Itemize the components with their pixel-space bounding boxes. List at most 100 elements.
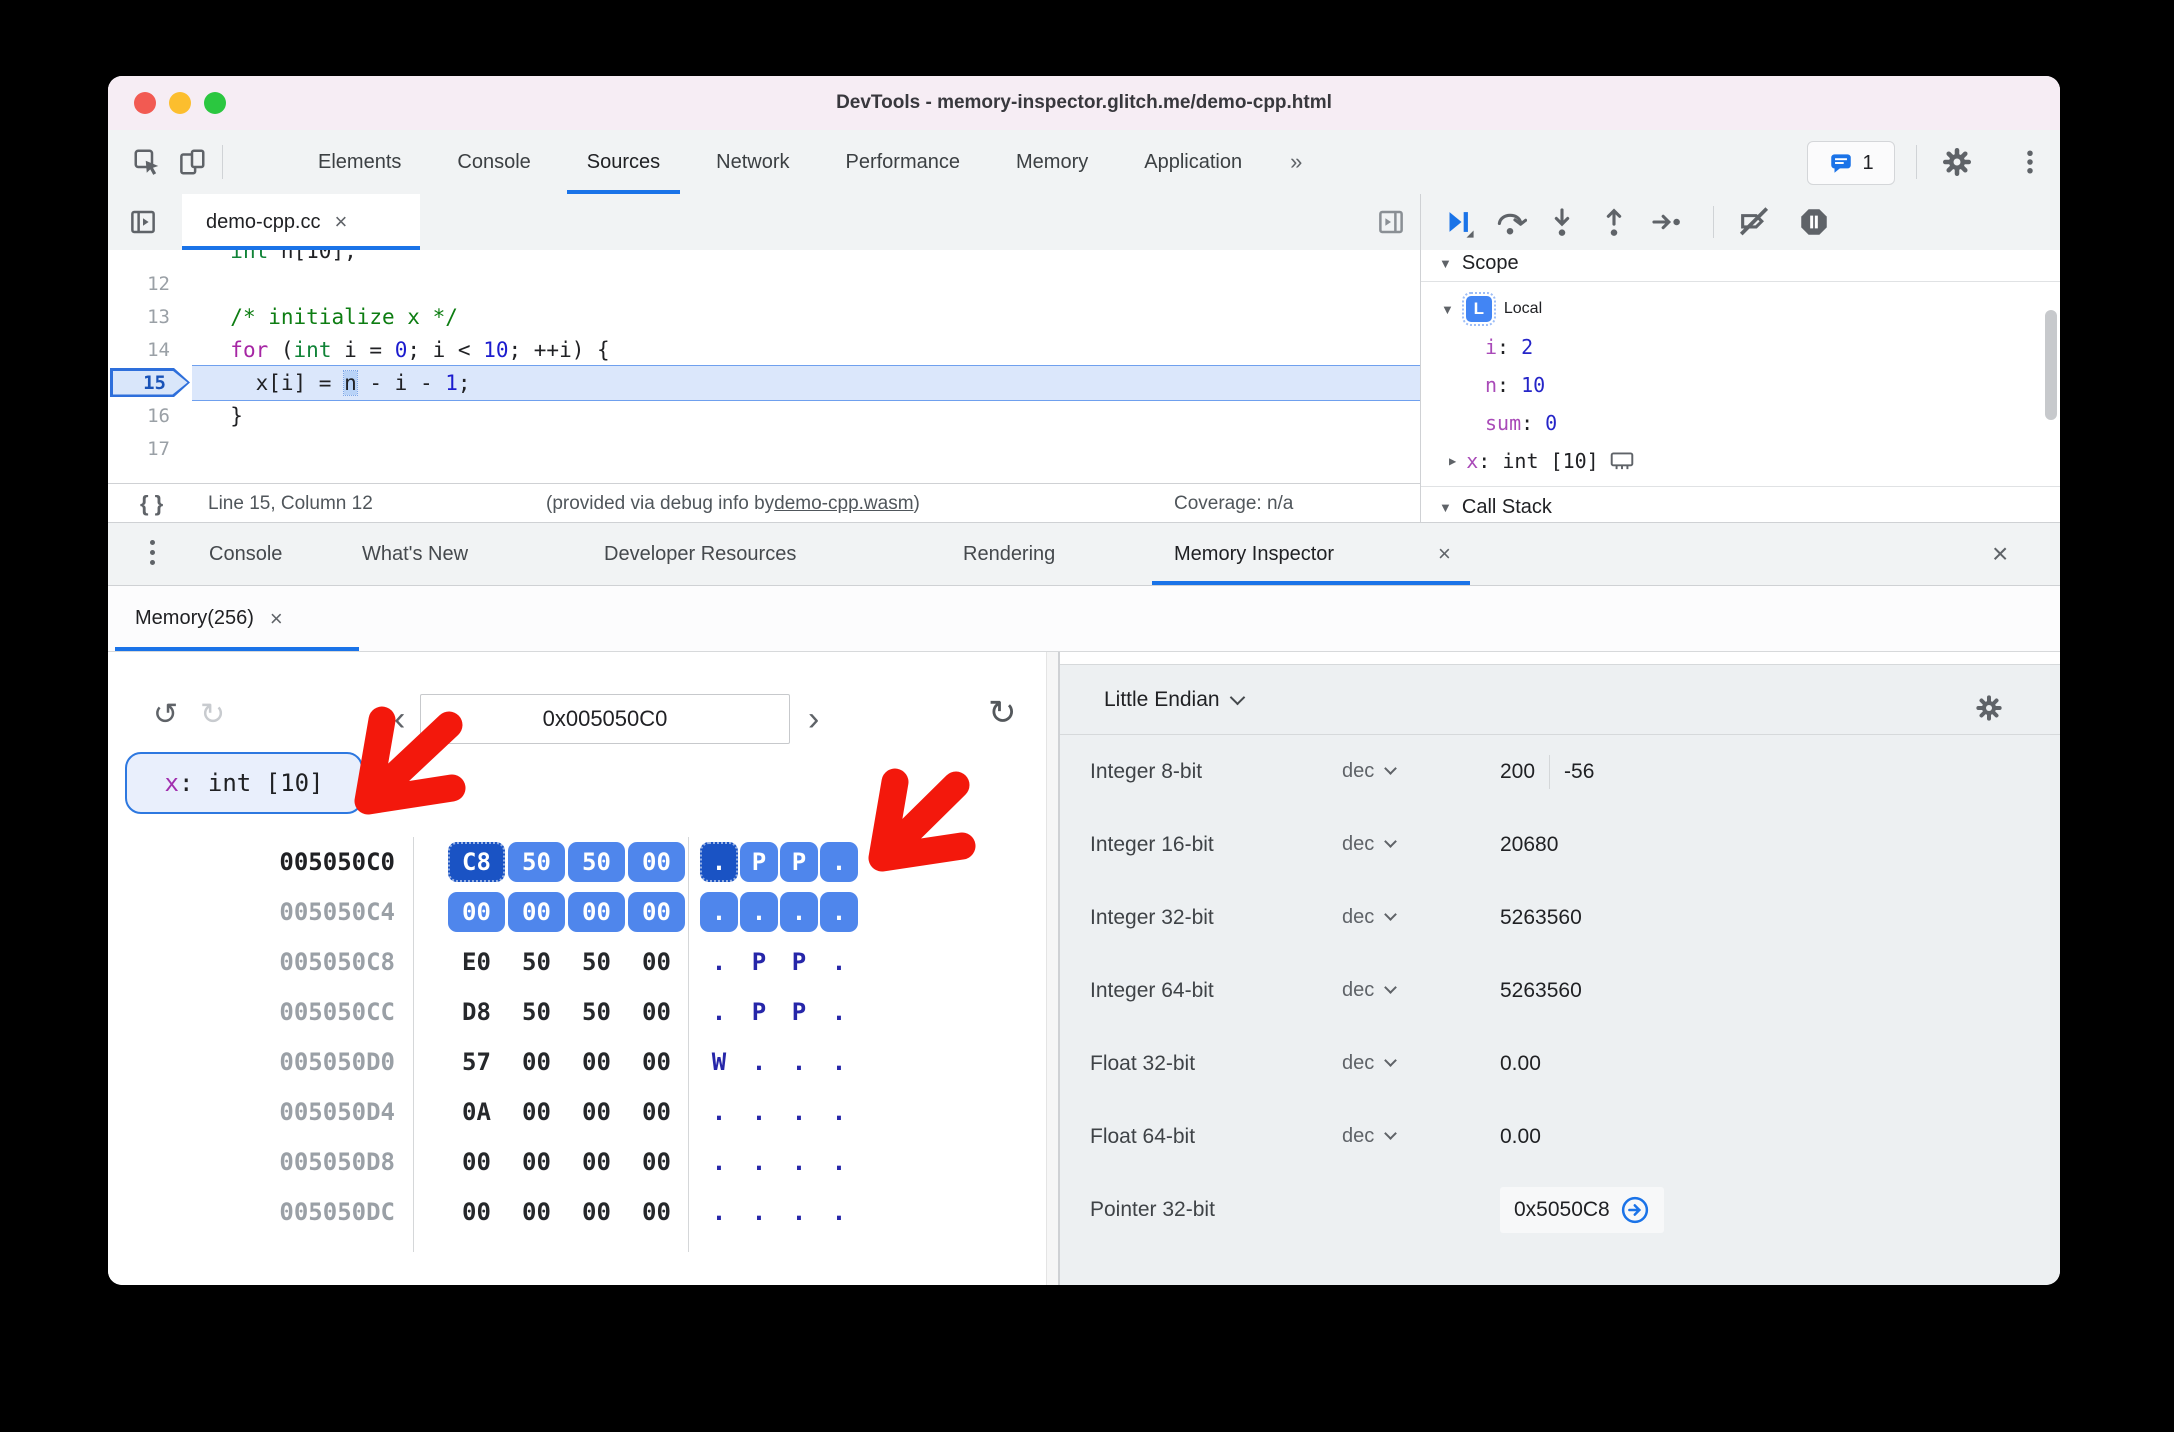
byte-cell[interactable]: 50	[508, 942, 565, 982]
redo-icon[interactable]: ↻	[200, 700, 225, 730]
byte-cell[interactable]: 50	[568, 942, 625, 982]
byte-cell[interactable]: 00	[628, 842, 685, 882]
drawer-kebab-menu-icon[interactable]	[148, 540, 156, 565]
drawer-tab-what-s-new[interactable]: What's New	[362, 523, 468, 585]
byte-cell[interactable]: 00	[628, 992, 685, 1032]
show-navigator-icon[interactable]	[126, 205, 160, 239]
interpreter-settings-gear-icon[interactable]	[1974, 693, 2004, 723]
byte-cell[interactable]: 00	[568, 1142, 625, 1182]
line-number[interactable]: 17	[108, 432, 192, 465]
file-tab-demo-cpp[interactable]: demo-cpp.cc ×	[182, 194, 420, 250]
byte-cell[interactable]: 00	[448, 1192, 505, 1232]
byte-cell[interactable]: 00	[628, 1042, 685, 1082]
memory-scrollbar[interactable]	[1046, 652, 1058, 1285]
ascii-cell[interactable]: .	[820, 842, 858, 882]
byte-cell[interactable]: C8	[448, 842, 505, 882]
collapse-triangle-icon[interactable]: ▼	[1441, 302, 1454, 317]
line-number[interactable]: 12	[108, 267, 192, 300]
ascii-cell[interactable]: .	[820, 992, 858, 1032]
kebab-menu-icon[interactable]	[2013, 145, 2047, 179]
ascii-cell[interactable]: W	[700, 1042, 738, 1082]
byte-cell[interactable]: 00	[508, 1092, 565, 1132]
resume-script-icon[interactable]	[1441, 205, 1475, 239]
ascii-cell[interactable]: .	[700, 942, 738, 982]
next-page-icon[interactable]: ›	[808, 702, 819, 736]
byte-cell[interactable]: D8	[448, 992, 505, 1032]
byte-cell[interactable]: 00	[568, 1042, 625, 1082]
ascii-cell[interactable]: .	[740, 892, 778, 932]
undo-icon[interactable]: ↺	[153, 700, 178, 730]
ascii-cell[interactable]: P	[780, 842, 818, 882]
pause-on-exceptions-icon[interactable]	[1797, 205, 1831, 239]
byte-cell[interactable]: 00	[448, 892, 505, 932]
line-number[interactable]	[108, 250, 192, 267]
byte-cell[interactable]: 00	[508, 1142, 565, 1182]
settings-gear-icon[interactable]	[1940, 145, 1974, 179]
call-stack-header[interactable]: ▼ Call Stack	[1421, 486, 2060, 522]
endianness-selector[interactable]: Little Endian	[1060, 664, 2060, 735]
format-dropdown[interactable]: dec	[1342, 1052, 1470, 1075]
ascii-cell[interactable]: .	[740, 1042, 778, 1082]
ascii-cell[interactable]: .	[700, 1142, 738, 1182]
ascii-cell[interactable]: .	[780, 1042, 818, 1082]
tab-network[interactable]: Network	[688, 130, 817, 194]
ascii-cell[interactable]: P	[780, 992, 818, 1032]
scope-section-header[interactable]: ▼ Scope	[1421, 250, 2060, 282]
byte-cell[interactable]: 00	[628, 1092, 685, 1132]
tab-elements[interactable]: Elements	[290, 130, 429, 194]
byte-cell[interactable]: E0	[448, 942, 505, 982]
byte-cell[interactable]: 50	[508, 992, 565, 1032]
tab-application[interactable]: Application	[1116, 130, 1270, 194]
collapse-triangle-icon[interactable]: ▼	[1439, 256, 1452, 271]
scope-scrollbar[interactable]	[2045, 306, 2057, 522]
byte-cell[interactable]: 00	[628, 942, 685, 982]
line-number[interactable]: 15	[108, 366, 192, 399]
ascii-cell[interactable]: .	[740, 1092, 778, 1132]
byte-cell[interactable]: 50	[568, 992, 625, 1032]
line-number[interactable]: 16	[108, 399, 192, 432]
tab-console[interactable]: Console	[429, 130, 558, 194]
issues-button[interactable]: 1	[1807, 141, 1895, 185]
format-dropdown[interactable]: dec	[1342, 1125, 1470, 1148]
ascii-cell[interactable]: .	[780, 1092, 818, 1132]
step-over-icon[interactable]	[1493, 205, 1527, 239]
step-into-icon[interactable]	[1545, 205, 1579, 239]
byte-cell[interactable]: 00	[628, 892, 685, 932]
drawer-close-icon[interactable]: ×	[1992, 523, 2008, 585]
format-dropdown[interactable]: dec	[1342, 833, 1470, 856]
byte-cell[interactable]: 0A	[448, 1092, 505, 1132]
deactivate-breakpoints-icon[interactable]	[1737, 205, 1771, 239]
refresh-icon[interactable]: ↻	[988, 696, 1017, 730]
expand-triangle-icon[interactable]: ▶	[1449, 454, 1456, 468]
ascii-cell[interactable]: P	[740, 842, 778, 882]
drawer-tab-close-icon[interactable]: ×	[1438, 523, 1451, 585]
scope-local-row[interactable]: ▼ L Local	[1421, 290, 1542, 328]
byte-cell[interactable]: 00	[448, 1142, 505, 1182]
byte-cell[interactable]: 00	[568, 1192, 625, 1232]
tab-sources[interactable]: Sources	[559, 130, 688, 194]
byte-cell[interactable]: 00	[628, 1142, 685, 1182]
collapse-triangle-icon[interactable]: ▼	[1439, 500, 1452, 515]
memory-tab[interactable]: Memory(256) ×	[135, 586, 283, 651]
device-toolbar-icon[interactable]	[175, 145, 209, 179]
file-tab-close-icon[interactable]: ×	[335, 211, 348, 233]
format-dropdown[interactable]: dec	[1342, 906, 1470, 929]
drawer-tab-developer-resources[interactable]: Developer Resources	[604, 523, 796, 585]
open-memory-inspector-icon[interactable]	[1609, 449, 1635, 473]
wasm-file-link[interactable]: demo-cpp.wasm	[774, 493, 913, 515]
ascii-cell[interactable]: P	[780, 942, 818, 982]
ascii-cell[interactable]: .	[780, 1192, 818, 1232]
show-debugger-sidebar-icon[interactable]	[1374, 205, 1408, 239]
byte-cell[interactable]: 00	[568, 892, 625, 932]
ascii-cell[interactable]: .	[780, 892, 818, 932]
ascii-cell[interactable]: .	[820, 892, 858, 932]
line-number[interactable]: 13	[108, 300, 192, 333]
scope-variable-sum[interactable]: sum:0	[1421, 404, 2060, 442]
highlighted-memory-chip[interactable]: x: int [10]	[125, 752, 363, 814]
ascii-cell[interactable]: P	[740, 942, 778, 982]
byte-cell[interactable]: 00	[628, 1192, 685, 1232]
ascii-cell[interactable]: .	[740, 1192, 778, 1232]
more-tabs-icon[interactable]: »	[1270, 130, 1322, 194]
ascii-cell[interactable]: .	[820, 1192, 858, 1232]
ascii-cell[interactable]: P	[740, 992, 778, 1032]
